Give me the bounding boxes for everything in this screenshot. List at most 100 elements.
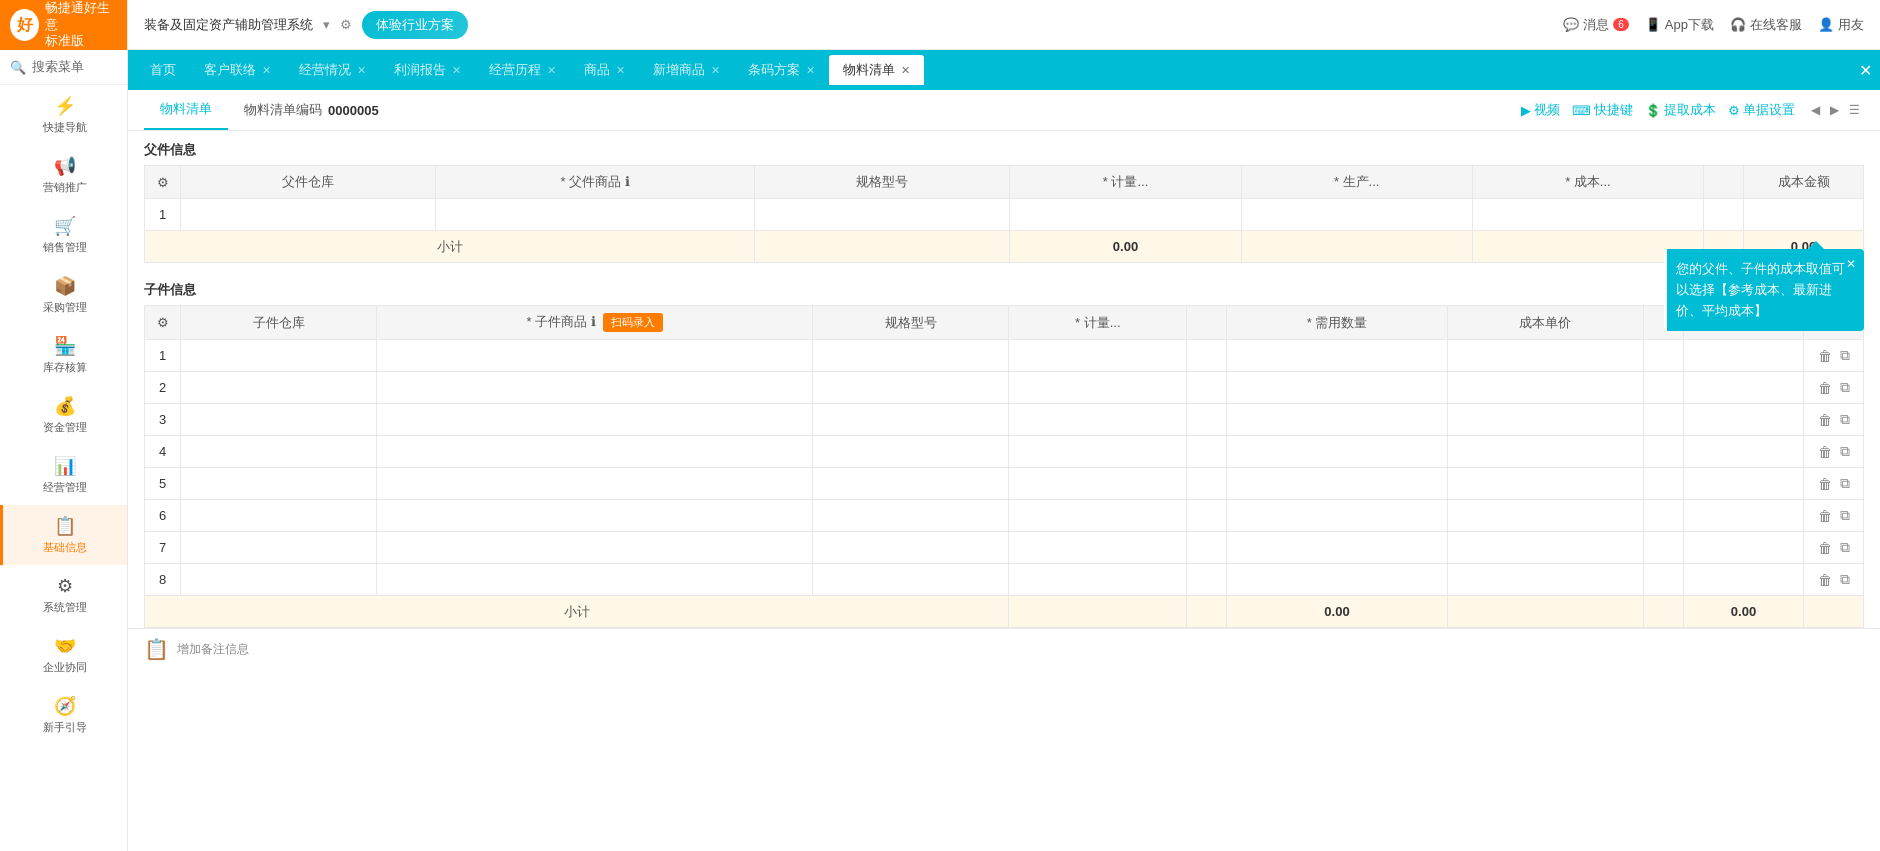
child-warehouse-4[interactable] xyxy=(181,436,377,468)
copy-row-4[interactable]: ⧉ xyxy=(1840,443,1850,460)
delete-row-3[interactable]: 🗑 xyxy=(1818,412,1832,428)
child-unit-1[interactable] xyxy=(1009,340,1187,372)
child-unit-8[interactable] xyxy=(1009,564,1187,596)
tab-customer[interactable]: 客户联络✕ xyxy=(190,55,285,85)
list-icon[interactable]: ☰ xyxy=(1845,101,1864,119)
tab-close-barcode[interactable]: ✕ xyxy=(806,64,815,77)
child-unit-7[interactable] xyxy=(1009,532,1187,564)
sidebar-item-guide[interactable]: 🧭新手引导 xyxy=(0,685,127,745)
child-product-6[interactable] xyxy=(377,500,813,532)
dropdown-icon[interactable]: ▾ xyxy=(323,17,330,32)
tab-history[interactable]: 经营历程✕ xyxy=(475,55,570,85)
copy-row-8[interactable]: ⧉ xyxy=(1840,571,1850,588)
parent-production-cell[interactable] xyxy=(1241,199,1472,231)
child-unitcost-5[interactable] xyxy=(1447,468,1643,500)
child-quantity-6[interactable] xyxy=(1227,500,1448,532)
cost-button[interactable]: 💲 提取成本 xyxy=(1645,101,1716,119)
tooltip-close[interactable]: ✕ xyxy=(1846,255,1856,274)
tab-goods[interactable]: 商品✕ xyxy=(570,55,639,85)
child-spec-6[interactable] xyxy=(813,500,1009,532)
tab-home[interactable]: 首页 xyxy=(136,55,190,85)
sidebar-item-quick-nav[interactable]: ⚡快捷导航 xyxy=(0,85,127,145)
tab-barcode[interactable]: 条码方案✕ xyxy=(734,55,829,85)
child-spec-1[interactable] xyxy=(813,340,1009,372)
child-product-4[interactable] xyxy=(377,436,813,468)
child-unitcost-2[interactable] xyxy=(1447,372,1643,404)
child-unit-4[interactable] xyxy=(1009,436,1187,468)
sidebar-item-operations[interactable]: 📊经营管理 xyxy=(0,445,127,505)
trial-button[interactable]: 体验行业方案 xyxy=(362,11,468,39)
copy-row-2[interactable]: ⧉ xyxy=(1840,379,1850,396)
child-product-8[interactable] xyxy=(377,564,813,596)
child-spec-2[interactable] xyxy=(813,372,1009,404)
child-unitcost-7[interactable] xyxy=(1447,532,1643,564)
sidebar-item-system[interactable]: ⚙系统管理 xyxy=(0,565,127,625)
copy-row-1[interactable]: ⧉ xyxy=(1840,347,1850,364)
child-quantity-8[interactable] xyxy=(1227,564,1448,596)
parent-cost-cell[interactable] xyxy=(1472,199,1703,231)
child-unit-2[interactable] xyxy=(1009,372,1187,404)
message-button[interactable]: 💬 消息 6 xyxy=(1563,16,1629,34)
child-warehouse-6[interactable] xyxy=(181,500,377,532)
child-spec-4[interactable] xyxy=(813,436,1009,468)
child-product-7[interactable] xyxy=(377,532,813,564)
child-quantity-4[interactable] xyxy=(1227,436,1448,468)
tab-close-operations[interactable]: ✕ xyxy=(357,64,366,77)
child-product-2[interactable] xyxy=(377,372,813,404)
shortcut-button[interactable]: ⌨ 快捷键 xyxy=(1572,101,1633,119)
child-warehouse-5[interactable] xyxy=(181,468,377,500)
delete-row-5[interactable]: 🗑 xyxy=(1818,476,1832,492)
child-quantity-1[interactable] xyxy=(1227,340,1448,372)
tab-close-customer[interactable]: ✕ xyxy=(262,64,271,77)
view-button[interactable]: ▶ 视频 xyxy=(1521,101,1560,119)
copy-row-3[interactable]: ⧉ xyxy=(1840,411,1850,428)
child-warehouse-8[interactable] xyxy=(181,564,377,596)
child-unitcost-3[interactable] xyxy=(1447,404,1643,436)
tab-close-new-goods[interactable]: ✕ xyxy=(711,64,720,77)
child-spec-7[interactable] xyxy=(813,532,1009,564)
doc-settings-button[interactable]: ⚙ 单据设置 xyxy=(1728,101,1795,119)
sidebar-item-basic[interactable]: 📋基础信息 xyxy=(0,505,127,565)
service-button[interactable]: 🎧 在线客服 xyxy=(1730,16,1802,34)
parent-unit-cell[interactable] xyxy=(1010,199,1241,231)
child-unitcost-4[interactable] xyxy=(1447,436,1643,468)
tab-profit[interactable]: 利润报告✕ xyxy=(380,55,475,85)
settings-icon[interactable]: ⚙ xyxy=(340,17,352,32)
close-all-tabs[interactable]: ✕ xyxy=(1859,61,1872,80)
tab-close-profit[interactable]: ✕ xyxy=(452,64,461,77)
child-quantity-7[interactable] xyxy=(1227,532,1448,564)
child-quantity-3[interactable] xyxy=(1227,404,1448,436)
sidebar-item-inventory[interactable]: 🏪库存核算 xyxy=(0,325,127,385)
child-product-3[interactable] xyxy=(377,404,813,436)
prev-icon[interactable]: ◀ xyxy=(1807,101,1824,119)
parent-warehouse-cell[interactable] xyxy=(181,199,436,231)
scan-btn[interactable]: 扫码录入 xyxy=(603,313,663,332)
delete-row-6[interactable]: 🗑 xyxy=(1818,508,1832,524)
tab-bom[interactable]: 物料清单✕ xyxy=(829,55,924,85)
child-unit-6[interactable] xyxy=(1009,500,1187,532)
user-button[interactable]: 👤 用友 xyxy=(1818,16,1864,34)
child-unitcost-1[interactable] xyxy=(1447,340,1643,372)
child-spec-3[interactable] xyxy=(813,404,1009,436)
child-warehouse-2[interactable] xyxy=(181,372,377,404)
child-warehouse-1[interactable] xyxy=(181,340,377,372)
sidebar-item-enterprise[interactable]: 🤝企业协同 xyxy=(0,625,127,685)
delete-row-7[interactable]: 🗑 xyxy=(1818,540,1832,556)
child-unitcost-8[interactable] xyxy=(1447,564,1643,596)
sidebar-item-finance[interactable]: 💰资金管理 xyxy=(0,385,127,445)
delete-row-2[interactable]: 🗑 xyxy=(1818,380,1832,396)
app-download-button[interactable]: 📱 App下载 xyxy=(1645,16,1714,34)
child-unit-3[interactable] xyxy=(1009,404,1187,436)
child-spec-5[interactable] xyxy=(813,468,1009,500)
child-warehouse-3[interactable] xyxy=(181,404,377,436)
tab-close-bom[interactable]: ✕ xyxy=(901,64,910,77)
copy-row-7[interactable]: ⧉ xyxy=(1840,539,1850,556)
tab-new-goods[interactable]: 新增商品✕ xyxy=(639,55,734,85)
parent-product-cell[interactable] xyxy=(436,199,755,231)
child-warehouse-7[interactable] xyxy=(181,532,377,564)
delete-row-4[interactable]: 🗑 xyxy=(1818,444,1832,460)
parent-spec-cell[interactable] xyxy=(755,199,1010,231)
copy-row-6[interactable]: ⧉ xyxy=(1840,507,1850,524)
tab-close-goods[interactable]: ✕ xyxy=(616,64,625,77)
sidebar-search[interactable]: 🔍 搜索菜单 xyxy=(0,50,127,85)
